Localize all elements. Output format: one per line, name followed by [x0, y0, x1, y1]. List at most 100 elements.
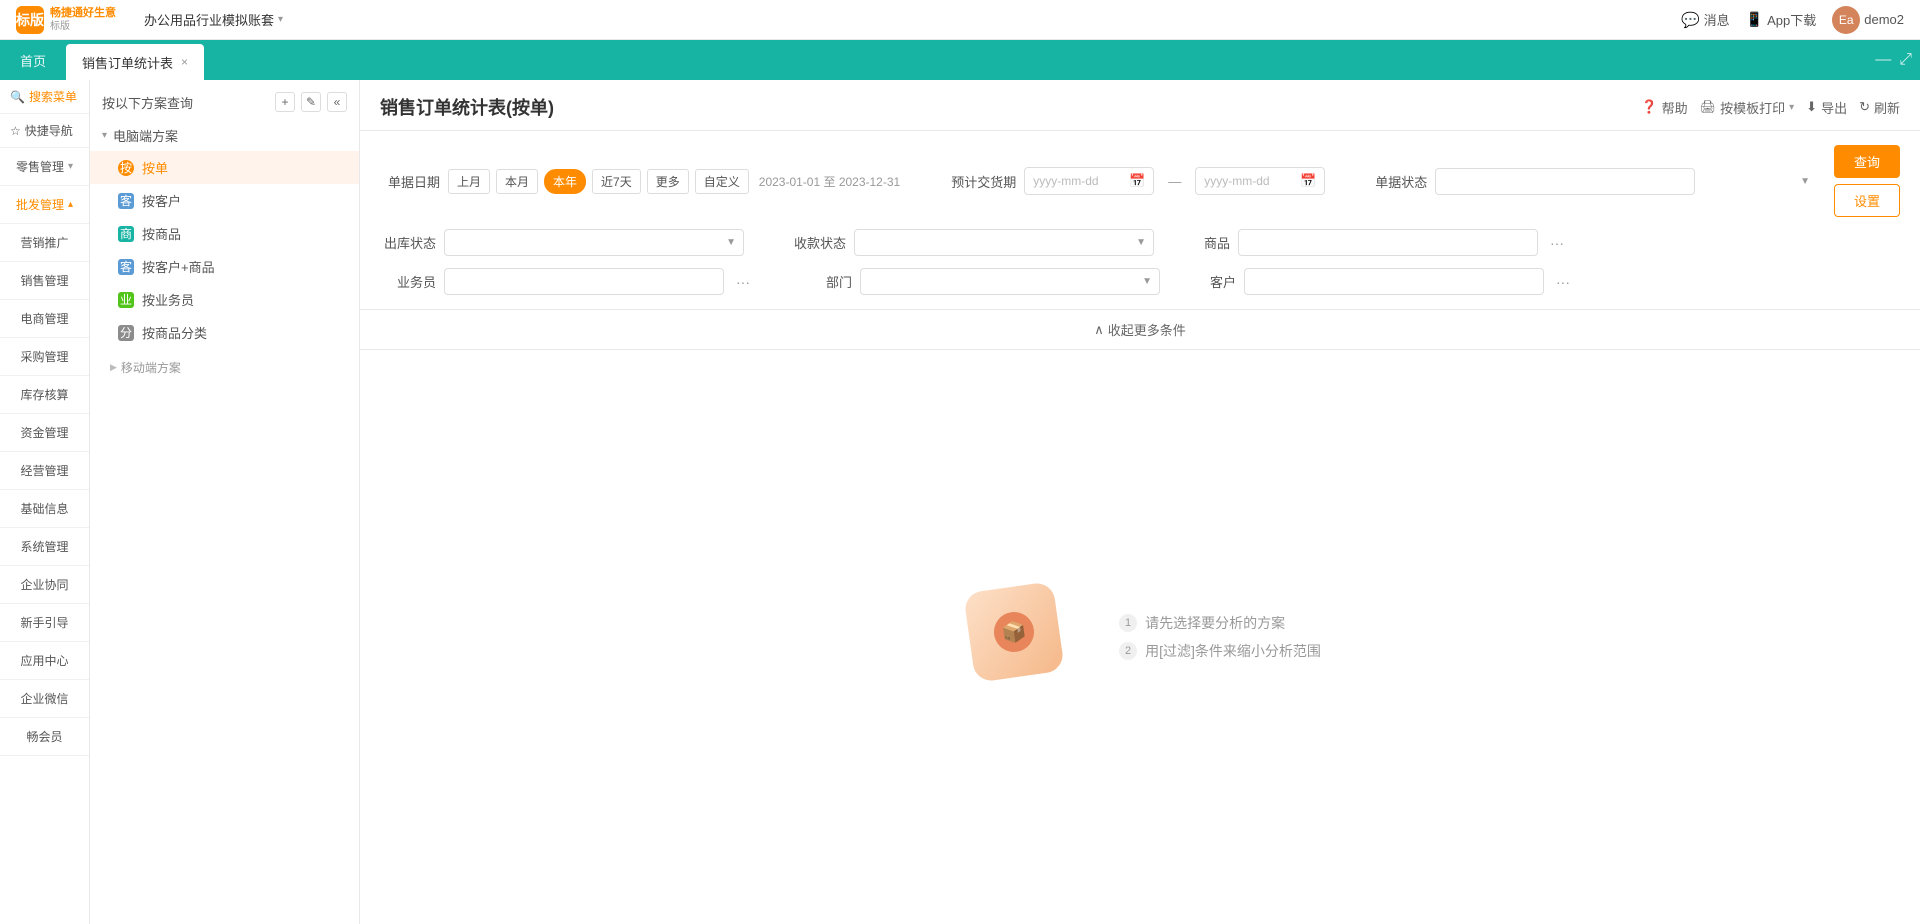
- avatar: Ea: [1832, 6, 1860, 34]
- export-button[interactable]: ⬇ 导出: [1806, 98, 1847, 117]
- current-year-btn[interactable]: 本年: [544, 169, 586, 194]
- collapse-text: 收起更多条件: [1108, 320, 1186, 339]
- product-dots-btn[interactable]: ···: [1550, 235, 1564, 251]
- product-input[interactable]: [1238, 229, 1538, 256]
- message-btn[interactable]: 💬 消息: [1681, 10, 1730, 29]
- salesperson-dots-btn[interactable]: ···: [736, 274, 750, 290]
- print-button[interactable]: 🖨 按模板打印 ▾: [1700, 98, 1795, 117]
- maximize-icon[interactable]: ⤢: [1899, 51, 1912, 69]
- filter-row-2: 出库状态 收款状态: [380, 229, 1900, 256]
- app-selector[interactable]: 办公用品行业模拟账套 ▾: [144, 10, 283, 29]
- help-icon: ❓: [1641, 99, 1657, 115]
- sidebar-item-wholesale[interactable]: 批发管理 ▴: [0, 186, 89, 224]
- scheme-label-salesperson: 按业务员: [142, 290, 194, 309]
- minimize-icon[interactable]: —: [1875, 51, 1891, 69]
- more-btn[interactable]: 更多: [647, 169, 689, 194]
- sidebar-item-guide[interactable]: 新手引导: [0, 604, 89, 642]
- add-scheme-button[interactable]: +: [275, 92, 295, 112]
- edit-scheme-button[interactable]: ✎: [301, 92, 321, 112]
- scheme-icon-customer: 客: [118, 193, 134, 209]
- scheme-icon-customer-product: 客: [118, 259, 134, 275]
- tab-home[interactable]: 首页: [0, 40, 66, 80]
- message-icon: 💬: [1681, 11, 1700, 29]
- refresh-button[interactable]: ↻ 刷新: [1859, 98, 1900, 117]
- sidebar-item-system[interactable]: 系统管理: [0, 528, 89, 566]
- customer-label: 客户: [1206, 272, 1236, 291]
- left-panel-actions: + ✎ «: [275, 92, 347, 112]
- collapse-row: ∧ 收起更多条件: [360, 310, 1920, 350]
- doc-status-select[interactable]: [1435, 168, 1695, 195]
- scheme-item-by-customer[interactable]: 客 按客户: [90, 184, 359, 217]
- sidebar-item-system-label: 系统管理: [20, 538, 68, 555]
- print-icon: 🖨: [1700, 99, 1717, 115]
- delivery-status-select[interactable]: [444, 229, 744, 256]
- sidebar-item-marketing[interactable]: 营销推广: [0, 224, 89, 262]
- empty-state: 📦 1 请先选择要分析的方案 2 用[过滤]条件来缩小分析范围: [360, 350, 1920, 924]
- sidebar-item-enterprise-label: 企业协同: [20, 576, 68, 593]
- print-label: 按模板打印: [1720, 98, 1785, 117]
- hint-text-1: 请先选择要分析的方案: [1145, 609, 1285, 637]
- filter-area: 单据日期 上月 本月 本年 近7天 更多 自定义 2023-01-01 至 20…: [360, 131, 1920, 310]
- sidebar-item-purchase[interactable]: 采购管理: [0, 338, 89, 376]
- download-icon: 📱: [1746, 11, 1763, 28]
- salesperson-input[interactable]: [444, 268, 724, 295]
- sidebar-item-retail-label: 零售管理: [16, 158, 64, 175]
- settings-button[interactable]: 设置: [1834, 184, 1900, 217]
- sidebar-item-finance[interactable]: 资金管理: [0, 414, 89, 452]
- scheme-item-by-salesperson[interactable]: 业 按业务员: [90, 283, 359, 316]
- print-arrow-icon: ▾: [1789, 102, 1794, 113]
- customer-input[interactable]: [1244, 268, 1544, 295]
- date-buttons: 上月 本月 本年 近7天 更多 自定义 2023-01-01 至 2023-12…: [448, 169, 900, 194]
- sidebar-item-inventory[interactable]: 库存核算: [0, 376, 89, 414]
- sidebar-item-sales[interactable]: 销售管理: [0, 262, 89, 300]
- sidebar-item-ecommerce[interactable]: 电商管理: [0, 300, 89, 338]
- edit-icon: ✎: [306, 95, 316, 109]
- sidebar-quick-nav[interactable]: ☆ 快捷导航: [0, 114, 89, 148]
- sidebar-item-retail[interactable]: 零售管理 ▾: [0, 148, 89, 186]
- customer-dots-btn[interactable]: ···: [1556, 274, 1570, 290]
- scheme-item-by-category[interactable]: 分 按商品分类: [90, 316, 359, 349]
- collapse-button[interactable]: ∧ 收起更多条件: [1094, 320, 1186, 339]
- empty-hints: 1 请先选择要分析的方案 2 用[过滤]条件来缩小分析范围: [1119, 609, 1321, 665]
- top-bar: 标版 畅捷通好生意 标版 办公用品行业模拟账套 ▾ 💬 消息 📱 App下载 E…: [0, 0, 1920, 40]
- calendar-icon: 📅: [1129, 173, 1145, 189]
- tab-home-label: 首页: [20, 51, 46, 70]
- sidebar-item-operation[interactable]: 经营管理: [0, 452, 89, 490]
- pc-scheme-section: ▾ 电脑端方案 按 按单 客 按客户 商 按商品 客 按客户+商品: [90, 120, 359, 349]
- pc-scheme-group[interactable]: ▾ 电脑端方案: [90, 120, 359, 151]
- mobile-scheme-section[interactable]: ▶ 移动端方案: [90, 353, 359, 382]
- logo-line1: 畅捷通好生意: [50, 6, 116, 20]
- sidebar-item-guide-label: 新手引导: [20, 614, 68, 631]
- sidebar-item-operation-label: 经营管理: [20, 462, 68, 479]
- expected-date-end-input[interactable]: yyyy-mm-dd 📅: [1195, 167, 1325, 195]
- sidebar-item-enterprise[interactable]: 企业协同: [0, 566, 89, 604]
- scheme-item-by-product[interactable]: 商 按商品: [90, 217, 359, 250]
- scheme-icon-category: 分: [118, 325, 134, 341]
- app-download-btn[interactable]: 📱 App下载: [1746, 10, 1817, 29]
- tab-close-icon[interactable]: ×: [181, 55, 188, 69]
- sidebar-item-member[interactable]: 畅会员: [0, 718, 89, 756]
- user-menu[interactable]: Ea demo2: [1832, 6, 1904, 34]
- tab-active[interactable]: 销售订单统计表 ×: [66, 44, 204, 80]
- last-month-btn[interactable]: 上月: [448, 169, 490, 194]
- empty-hint-1: 1 请先选择要分析的方案: [1119, 609, 1321, 637]
- this-month-btn[interactable]: 本月: [496, 169, 538, 194]
- sidebar-item-apps[interactable]: 应用中心: [0, 642, 89, 680]
- chevron-down-icon: ▾: [102, 130, 107, 141]
- sidebar-item-wechat[interactable]: 企业微信: [0, 680, 89, 718]
- sidebar-search[interactable]: 🔍 搜索菜单: [0, 80, 89, 114]
- expected-date-start-input[interactable]: yyyy-mm-dd 📅: [1024, 167, 1154, 195]
- message-label: 消息: [1704, 10, 1730, 29]
- query-button[interactable]: 查询: [1834, 145, 1900, 178]
- department-select[interactable]: [860, 268, 1160, 295]
- payment-status-select[interactable]: [854, 229, 1154, 256]
- last7-btn[interactable]: 近7天: [592, 169, 641, 194]
- custom-btn[interactable]: 自定义: [695, 169, 749, 194]
- scheme-item-by-order[interactable]: 按 按单: [90, 151, 359, 184]
- left-panel: 按以下方案查询 + ✎ « ▾ 电脑端方案: [90, 80, 360, 924]
- calendar-end-icon: 📅: [1300, 173, 1316, 189]
- collapse-panel-button[interactable]: «: [327, 92, 347, 112]
- sidebar-item-basic[interactable]: 基础信息: [0, 490, 89, 528]
- help-button[interactable]: ❓ 帮助: [1641, 98, 1687, 117]
- scheme-item-by-customer-product[interactable]: 客 按客户+商品: [90, 250, 359, 283]
